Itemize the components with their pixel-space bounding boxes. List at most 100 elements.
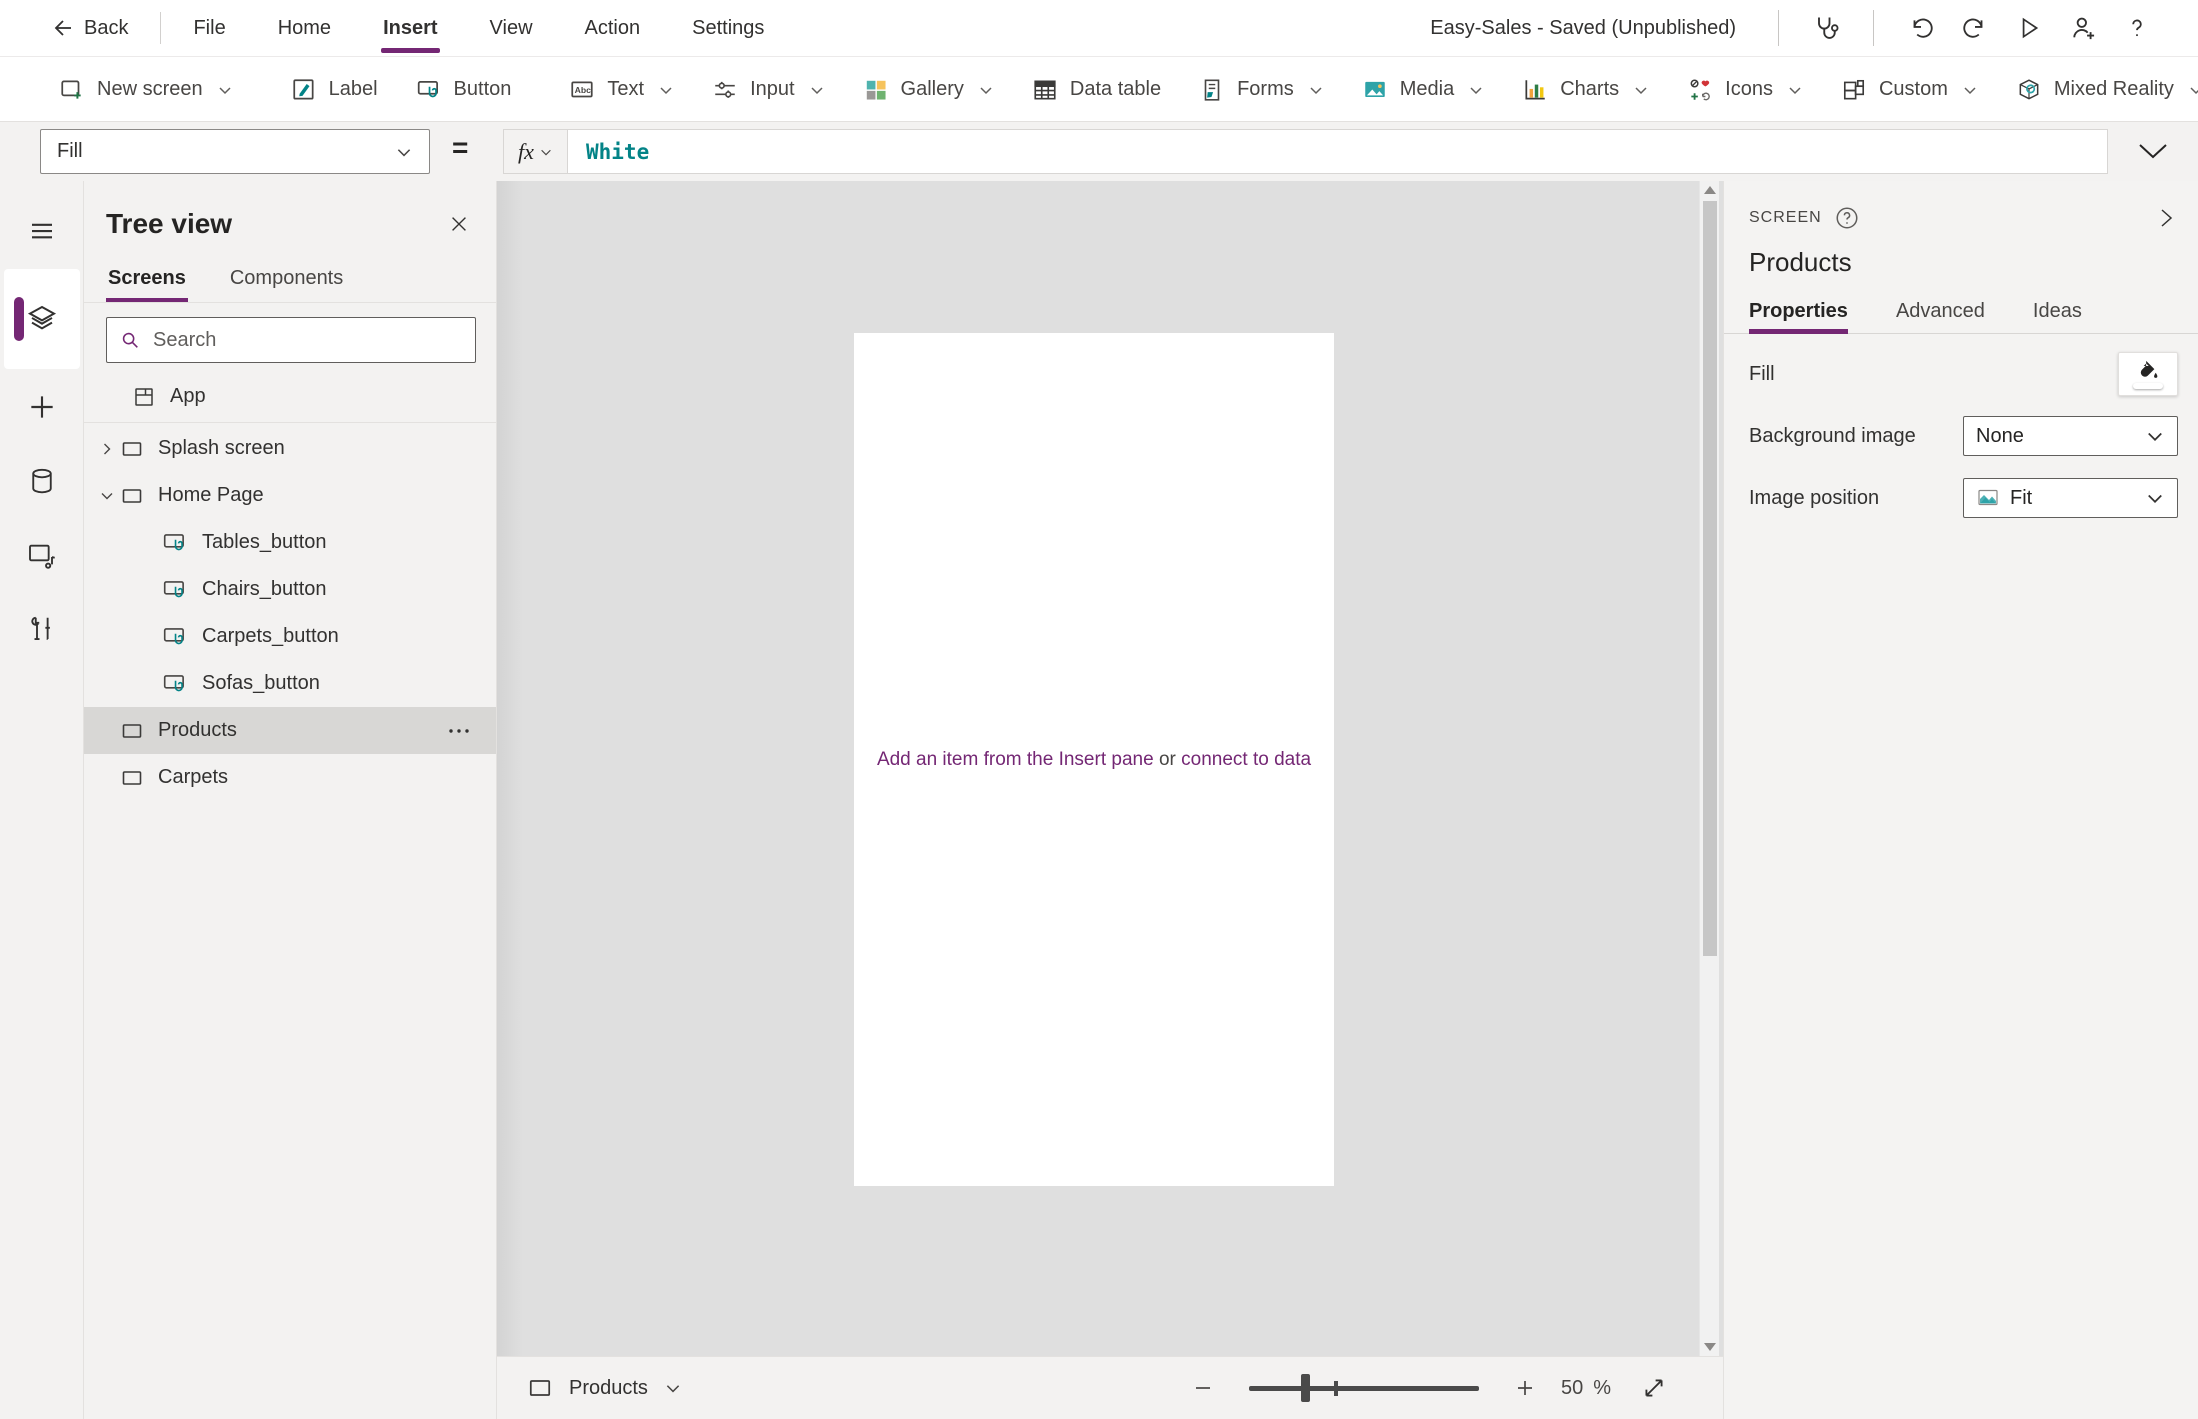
new-screen-button[interactable]: New screen — [40, 67, 252, 113]
canvas-placeholder: Add an item from the Insert pane or conn… — [877, 749, 1311, 771]
tree-item-home-page[interactable]: Home Page — [84, 472, 496, 519]
preview-button[interactable] — [2007, 6, 2051, 50]
insert-rail-button[interactable] — [4, 371, 80, 443]
custom-icon — [1841, 77, 1867, 103]
label-icon — [291, 77, 317, 103]
formula-input[interactable]: White — [568, 130, 2107, 173]
input-menu[interactable]: Input — [693, 67, 843, 113]
image-fit-icon — [1976, 486, 2000, 510]
custom-menu[interactable]: Custom — [1822, 67, 1997, 113]
media-menu[interactable]: Media — [1343, 67, 1503, 113]
label-button[interactable]: Label — [272, 67, 397, 113]
charts-menu[interactable]: Charts — [1503, 67, 1668, 113]
menu-insert[interactable]: Insert — [357, 0, 463, 56]
media-rail-button[interactable] — [4, 519, 80, 591]
icons-menu[interactable]: Icons — [1668, 67, 1822, 113]
undo-button[interactable] — [1899, 6, 1943, 50]
advanced-tools-button[interactable] — [4, 593, 80, 665]
icons-icon — [1687, 77, 1713, 103]
tab-components[interactable]: Components — [230, 267, 343, 302]
canvas-scrollbar[interactable] — [1699, 181, 1719, 1356]
zoom-slider[interactable] — [1249, 1374, 1479, 1402]
text-menu[interactable]: Abc Text — [550, 67, 693, 113]
tree-item-sofas-button[interactable]: Sofas_button — [84, 660, 496, 707]
zoom-percentage: 50 % — [1561, 1377, 1611, 1400]
fit-to-window-button[interactable] — [1641, 1375, 1667, 1401]
paint-bucket-icon — [2137, 360, 2159, 380]
button-button[interactable]: Button — [397, 67, 531, 113]
fill-color-picker[interactable] — [2118, 352, 2178, 396]
connect-to-data-link[interactable]: connect to data — [1181, 749, 1311, 770]
screen-canvas[interactable]: Add an item from the Insert pane or conn… — [854, 333, 1334, 1186]
forms-menu[interactable]: Forms — [1180, 67, 1343, 113]
search-input[interactable] — [153, 329, 463, 352]
tab-advanced[interactable]: Advanced — [1896, 300, 1985, 333]
placeholder-text: Add an item from the Insert pane — [877, 749, 1154, 770]
redo-button[interactable] — [1953, 6, 1997, 50]
menu-view[interactable]: View — [464, 0, 559, 56]
zoom-slider-track[interactable] — [1249, 1386, 1479, 1391]
button-control-icon — [162, 624, 188, 650]
chevron-down-icon[interactable] — [94, 488, 120, 504]
mixed-reality-icon — [2016, 77, 2042, 103]
chevron-down-icon — [217, 82, 233, 98]
fx-dropdown[interactable]: fx — [504, 130, 568, 173]
tab-properties[interactable]: Properties — [1749, 300, 1848, 333]
chevron-down-icon — [1787, 82, 1803, 98]
tab-ideas[interactable]: Ideas — [2033, 300, 2082, 333]
person-add-icon — [2069, 14, 2097, 42]
more-options-icon[interactable] — [446, 718, 472, 744]
tree-item-tables-button[interactable]: Tables_button — [84, 519, 496, 566]
close-icon[interactable] — [442, 207, 476, 241]
menu-home[interactable]: Home — [252, 0, 357, 56]
share-button[interactable] — [2061, 6, 2105, 50]
menu-action[interactable]: Action — [559, 0, 667, 56]
tree-item-carpets-screen[interactable]: Carpets — [84, 754, 496, 801]
back-button[interactable]: Back — [38, 0, 154, 56]
help-circle-icon[interactable] — [1834, 205, 1860, 231]
tree-view-button[interactable] — [4, 269, 80, 369]
menu-file[interactable]: File — [167, 0, 251, 56]
zoom-out-button[interactable] — [1181, 1376, 1225, 1400]
scroll-down-icon[interactable] — [1703, 1338, 1717, 1356]
stethoscope-icon — [1812, 14, 1840, 42]
chevron-right-icon[interactable] — [94, 441, 120, 457]
tab-screens[interactable]: Screens — [108, 267, 186, 302]
formula-bar-expand-button[interactable] — [2130, 136, 2176, 166]
tree-item-products[interactable]: Products — [84, 707, 496, 754]
background-image-label: Background image — [1749, 425, 1916, 448]
gallery-menu[interactable]: Gallery — [844, 67, 1013, 113]
property-selector[interactable]: Fill — [40, 129, 430, 174]
tree-item-splash-screen[interactable]: Splash screen — [84, 425, 496, 472]
back-arrow-icon — [50, 16, 74, 40]
menu-settings[interactable]: Settings — [666, 0, 790, 56]
data-table-button[interactable]: Data table — [1013, 67, 1180, 113]
background-image-dropdown[interactable]: None — [1963, 416, 2178, 456]
image-position-dropdown[interactable]: Fit — [1963, 478, 2178, 518]
zoom-in-button[interactable] — [1503, 1376, 1547, 1400]
tree-item-chairs-button[interactable]: Chairs_button — [84, 566, 496, 613]
chevron-down-icon — [1308, 82, 1324, 98]
tree-item-carpets-button[interactable]: Carpets_button — [84, 613, 496, 660]
screen-selector[interactable]: Products — [527, 1375, 682, 1401]
scrollbar-thumb[interactable] — [1703, 201, 1717, 956]
tree-view-header: Tree view — [84, 181, 496, 241]
tree-search-box — [106, 317, 476, 363]
canvas-footer: Products — [497, 1356, 1723, 1419]
mixed-reality-menu[interactable]: Mixed Reality — [1997, 67, 2198, 113]
tree-view-tabs: Screens Components — [84, 241, 496, 303]
data-rail-button[interactable] — [4, 445, 80, 517]
app-checker-button[interactable] — [1804, 6, 1848, 50]
tree-item-app[interactable]: App — [84, 373, 496, 420]
gallery-icon — [863, 77, 889, 103]
hamburger-menu-button[interactable] — [4, 195, 80, 267]
collapse-panel-icon[interactable] — [2154, 206, 2178, 230]
current-fill-swatch — [2133, 383, 2163, 389]
input-icon — [712, 77, 738, 103]
help-button[interactable] — [2115, 6, 2159, 50]
zoom-slider-thumb[interactable] — [1301, 1374, 1310, 1402]
text-icon: Abc — [569, 77, 595, 103]
scroll-up-icon[interactable] — [1703, 181, 1717, 199]
chevron-down-icon — [978, 82, 994, 98]
chevron-down-icon — [2188, 82, 2198, 98]
